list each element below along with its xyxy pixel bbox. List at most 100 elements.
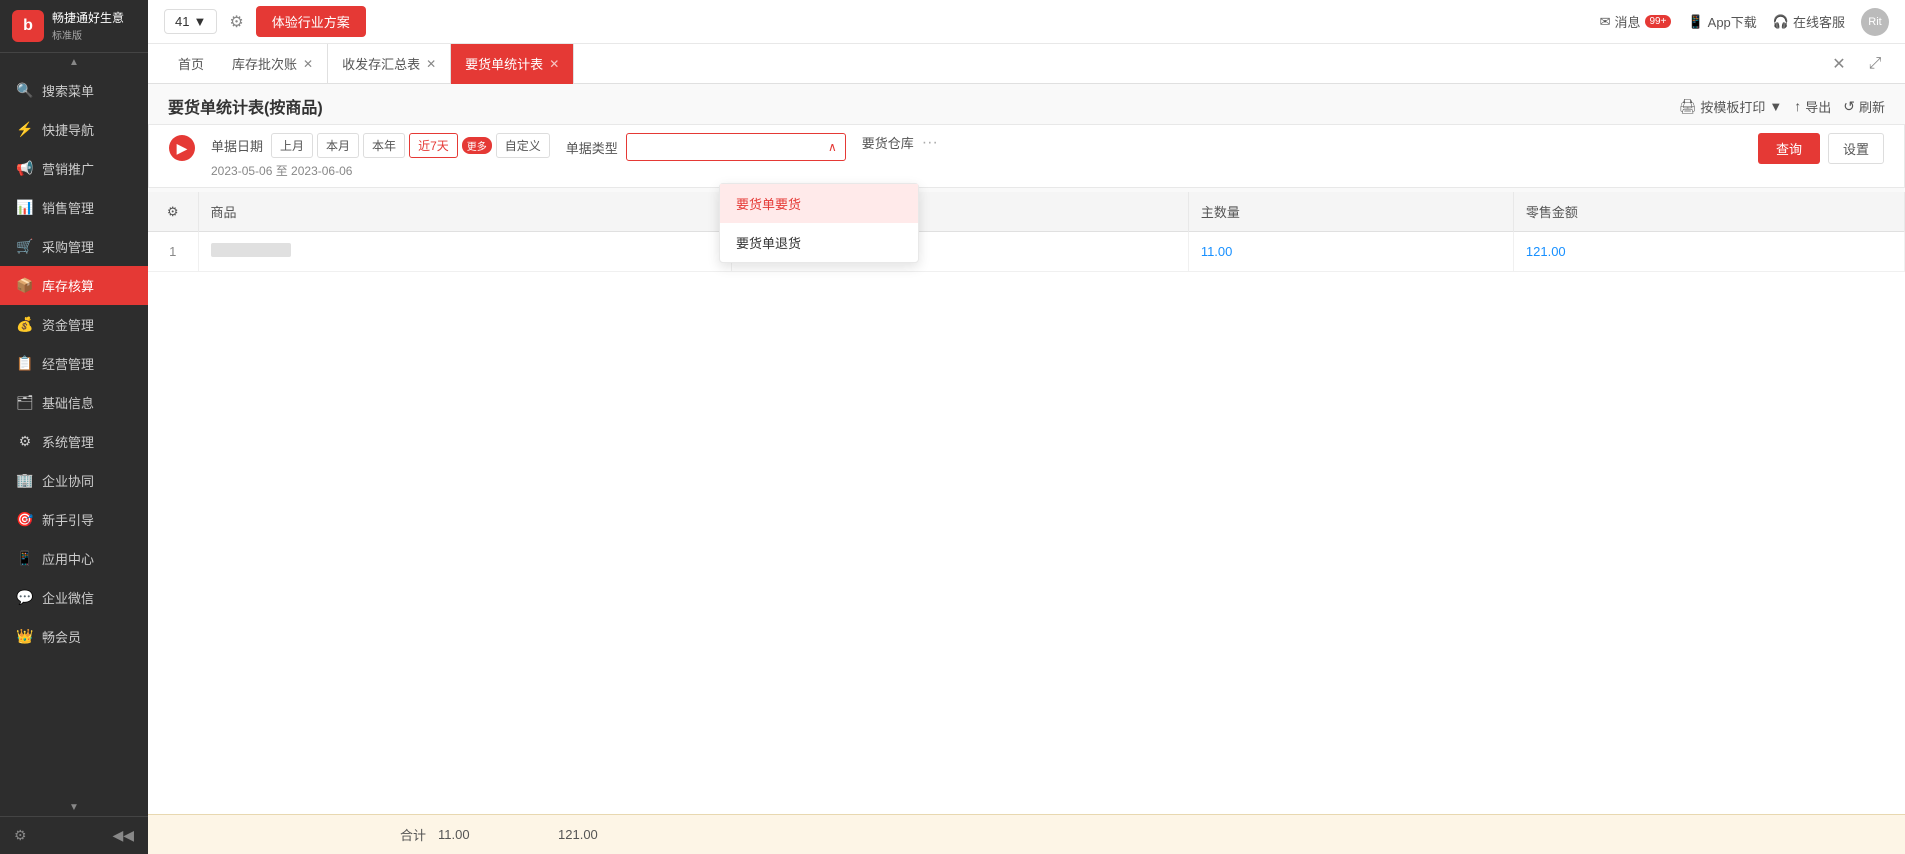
collapse-icon[interactable]: ◀◀ xyxy=(112,827,134,844)
tab-expand-button[interactable]: ⤢ xyxy=(1861,50,1889,78)
refresh-action[interactable]: ↺ 刷新 xyxy=(1843,97,1885,116)
page-title: 要货单统计表(按商品) xyxy=(168,94,323,118)
operations-icon: 📋 xyxy=(16,355,34,373)
refresh-icon: ↺ xyxy=(1843,98,1855,115)
message-badge: 99+ xyxy=(1645,15,1672,28)
sidebar-scroll-up[interactable]: ▲ xyxy=(0,53,148,71)
sidebar-item-marketing[interactable]: 📢 营销推广 xyxy=(0,149,148,188)
settings-button[interactable]: 设置 xyxy=(1828,133,1884,164)
dropdown-item-order[interactable]: 要货单要货 xyxy=(720,184,918,223)
tab-close-icon[interactable]: ✕ xyxy=(426,57,436,71)
filter-warehouse-group: 要货仓库 ··· xyxy=(862,133,938,152)
guide-icon: 🎯 xyxy=(16,511,34,529)
tabbar: 首页 库存批次账 ✕ 收发存汇总表 ✕ 要货单统计表 ✕ ✕ ⤢ xyxy=(148,44,1905,84)
tab-home[interactable]: 首页 xyxy=(164,44,218,84)
sidebar-item-label: 畅会员 xyxy=(42,627,81,646)
tab-close-all-button[interactable]: ✕ xyxy=(1825,50,1853,78)
enterprise-icon: 🏢 xyxy=(16,472,34,490)
message-item[interactable]: ✉ 消息 99+ xyxy=(1600,12,1672,31)
date-label: 单据日期 xyxy=(211,136,263,155)
sidebar-item-label: 销售管理 xyxy=(42,198,94,217)
logo-icon: b xyxy=(12,10,44,42)
tab-collection[interactable]: 收发存汇总表 ✕ xyxy=(328,44,451,84)
sidebar-item-quicknav[interactable]: ⚡ 快捷导航 xyxy=(0,110,148,149)
sidebar-item-wechat[interactable]: 💬 企业微信 xyxy=(0,578,148,617)
print-action[interactable]: 🖨 按模板打印 ▼ xyxy=(1679,97,1783,116)
online-service-item[interactable]: 🎧 在线客服 xyxy=(1773,12,1845,31)
service-icon: 🎧 xyxy=(1773,14,1789,30)
sidebar-item-label: 快捷导航 xyxy=(42,120,94,139)
main-content: 41 ▼ ⚙ 体验行业方案 ✉ 消息 99+ 📱 App下载 🎧 在线客服 Ri… xyxy=(148,0,1905,854)
curr-year-btn[interactable]: 本年 xyxy=(363,133,405,158)
curr-month-btn[interactable]: 本月 xyxy=(317,133,359,158)
sidebar-item-purchase[interactable]: 🛒 采购管理 xyxy=(0,227,148,266)
system-icon: ⚙ xyxy=(16,433,34,451)
warehouse-more-btn[interactable]: ··· xyxy=(922,134,938,152)
custom-date-btn[interactable]: 自定义 xyxy=(496,133,550,158)
phone-icon: 📱 xyxy=(1687,14,1703,30)
page-area: 要货单统计表(按商品) 🖨 按模板打印 ▼ ↑ 导出 ↺ 刷新 ▶ xyxy=(148,84,1905,854)
user-avatar[interactable]: Rit xyxy=(1861,8,1889,36)
row-product xyxy=(198,232,731,272)
sidebar-item-label: 营销推广 xyxy=(42,159,94,178)
basic-icon: 🗂 xyxy=(16,394,34,412)
col-settings[interactable]: ⚙ xyxy=(148,192,198,232)
prev-month-btn[interactable]: 上月 xyxy=(271,133,313,158)
tab-label: 库存批次账 xyxy=(232,54,297,73)
export-action[interactable]: ↑ 导出 xyxy=(1794,97,1831,116)
sidebar-item-system[interactable]: ⚙ 系统管理 xyxy=(0,422,148,461)
type-select[interactable]: ∧ xyxy=(626,133,846,161)
refresh-label: 刷新 xyxy=(1859,97,1885,116)
company-selector[interactable]: 41 ▼ xyxy=(164,9,217,34)
dropdown-item-return[interactable]: 要货单退货 xyxy=(720,223,918,262)
sidebar-item-guide[interactable]: 🎯 新手引导 xyxy=(0,500,148,539)
tab-order-stats[interactable]: 要货单统计表 ✕ xyxy=(451,44,574,84)
topbar-settings-icon[interactable]: ⚙ xyxy=(229,12,243,32)
sidebar-item-sales[interactable]: 📊 销售管理 xyxy=(0,188,148,227)
message-icon: ✉ xyxy=(1600,14,1611,30)
sidebar-item-label: 采购管理 xyxy=(42,237,94,256)
member-icon: 👑 xyxy=(16,628,34,646)
product-placeholder xyxy=(211,243,291,257)
data-table: ⚙ 商品 主计量单位 主数量 零售金额 1 块 xyxy=(148,192,1905,272)
sidebar-item-basic[interactable]: 🗂 基础信息 xyxy=(0,383,148,422)
row-amount: 121.00 xyxy=(1513,232,1904,272)
app-logo: b 畅捷通好生意 标准版 xyxy=(0,0,148,53)
sidebar-item-operations[interactable]: 📋 经营管理 xyxy=(0,344,148,383)
sidebar-item-enterprise[interactable]: 🏢 企业协同 xyxy=(0,461,148,500)
print-arrow-icon: ▼ xyxy=(1769,99,1782,114)
sidebar-item-search[interactable]: 🔍 搜索菜单 xyxy=(0,71,148,110)
tab-close-icon[interactable]: ✕ xyxy=(303,57,313,71)
last-7days-btn[interactable]: 近7天 xyxy=(409,133,458,158)
filter-expand-button[interactable]: ▶ xyxy=(169,135,195,161)
online-service-label: 在线客服 xyxy=(1793,12,1845,31)
sidebar-nav: 🔍 搜索菜单 ⚡ 快捷导航 📢 营销推广 📊 销售管理 🛒 采购管理 📦 库存核… xyxy=(0,71,148,798)
tab-label: 要货单统计表 xyxy=(465,54,543,73)
sidebar-item-appstore[interactable]: 📱 应用中心 xyxy=(0,539,148,578)
col-amount: 零售金额 xyxy=(1513,192,1904,232)
filter-date-group: 单据日期 上月 本月 本年 近7天 更多 自定义 2023-05-06 至 20… xyxy=(211,133,550,179)
sidebar-footer: ⚙ ◀◀ xyxy=(0,816,148,854)
chevron-down-icon: ▼ xyxy=(193,14,206,29)
tab-inventory-batch[interactable]: 库存批次账 ✕ xyxy=(218,44,328,84)
sidebar-item-label: 经营管理 xyxy=(42,354,94,373)
table-settings-icon[interactable]: ⚙ xyxy=(167,204,179,219)
marketing-icon: 📢 xyxy=(16,160,34,178)
export-label: 导出 xyxy=(1805,97,1831,116)
sidebar-item-member[interactable]: 👑 畅会员 xyxy=(0,617,148,656)
tabbar-actions: ✕ ⤢ xyxy=(1825,50,1889,78)
tab-close-icon[interactable]: ✕ xyxy=(549,57,559,71)
date-range-buttons: 上月 本月 本年 近7天 更多 自定义 xyxy=(271,133,550,158)
trial-button[interactable]: 体验行业方案 xyxy=(256,6,366,37)
footer-amount: 121.00 xyxy=(546,827,666,842)
sidebar-item-inventory[interactable]: 📦 库存核算 xyxy=(0,266,148,305)
sidebar-item-finance[interactable]: 💰 资金管理 xyxy=(0,305,148,344)
app-download-item[interactable]: 📱 App下载 xyxy=(1687,12,1756,31)
export-icon: ↑ xyxy=(1794,98,1801,114)
query-button[interactable]: 查询 xyxy=(1758,133,1820,164)
more-dates-badge[interactable]: 更多 xyxy=(462,137,492,154)
finance-icon: 💰 xyxy=(16,316,34,334)
settings-icon[interactable]: ⚙ xyxy=(14,827,27,844)
sidebar-scroll-down[interactable]: ▼ xyxy=(0,798,148,816)
sidebar-item-label: 搜索菜单 xyxy=(42,81,94,100)
